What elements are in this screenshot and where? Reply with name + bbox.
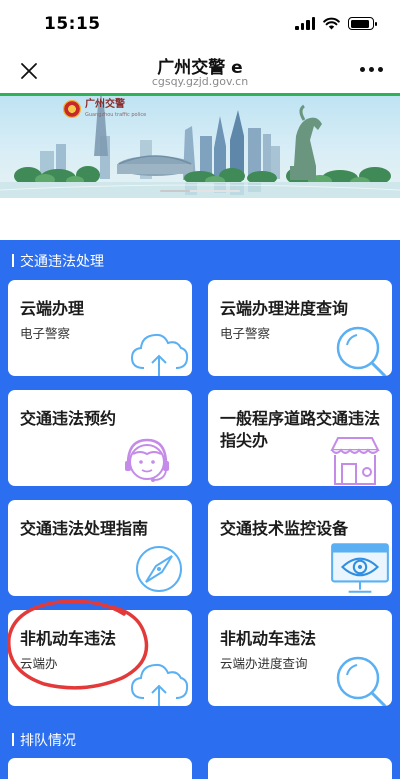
service-card-cloud-handling[interactable]: 云端办理 电子警察 <box>8 280 192 376</box>
battery-icon <box>348 17 377 30</box>
status-bar: 15:15 <box>0 0 400 50</box>
more-dot-icon <box>359 66 365 72</box>
service-card-monitoring[interactable]: 交通技术监控设备 <box>208 500 392 596</box>
status-time: 15:15 <box>44 14 101 34</box>
service-card-fingertip[interactable]: 一般程序道路交通违法指尖办 <box>208 390 392 486</box>
card-title: 非机动车违法 <box>20 629 117 648</box>
compass-icon <box>136 546 182 592</box>
traffic-police-logo: 广州交警 Guangzhou traffic police <box>63 100 146 118</box>
service-card-nonmotor-cloud[interactable]: 非机动车违法 云端办 <box>8 610 192 706</box>
card-subtitle: 云端办 <box>20 656 58 671</box>
cloud-upload-icon <box>130 663 189 706</box>
services-panel: 交通违法处理 云端办理 电子警察 云端办理进度查询 电子警察 交通违法预约 一般… <box>0 240 400 779</box>
queue-card-partial[interactable] <box>8 758 192 779</box>
card-subtitle: 云端办进度查询 <box>220 656 308 671</box>
service-card-guide[interactable]: 交通违法处理指南 <box>8 500 192 596</box>
queue-card-partial[interactable] <box>208 758 392 779</box>
banner-logo-sub: Guangzhou traffic police <box>85 112 147 118</box>
customer-service-icon <box>125 438 169 482</box>
section-title-queue: 排队情况 <box>12 730 76 750</box>
banner-arc-decoration <box>0 184 400 191</box>
cellular-signal-icon <box>295 17 315 30</box>
card-subtitle: 电子警察 <box>20 326 71 341</box>
service-card-appointment[interactable]: 交通违法预约 <box>8 390 192 486</box>
police-emblem-icon <box>63 100 81 118</box>
card-title: 云端办理 <box>20 299 85 318</box>
more-dot-icon <box>377 66 383 72</box>
wifi-icon <box>323 17 340 30</box>
magnifier-icon <box>336 656 388 706</box>
card-title: 交通违法处理指南 <box>20 519 149 538</box>
card-title: 交通违法预约 <box>20 409 117 428</box>
section-title-violation: 交通违法处理 <box>12 251 104 271</box>
page: 15:15 广州交警 e cgsqy.gzjd.gov.cn 广州交警 Guan… <box>0 0 400 779</box>
monitor-eye-icon <box>331 543 389 593</box>
card-title: 非机动车违法 <box>220 629 317 648</box>
magnifier-icon <box>336 326 388 376</box>
page-url: cgsqy.gzjd.gov.cn <box>151 75 249 88</box>
card-subtitle: 电子警察 <box>220 326 271 341</box>
carousel-indicator <box>0 189 400 193</box>
storefront-icon <box>330 437 380 485</box>
more-dot-icon <box>368 66 374 72</box>
carousel-dots <box>160 190 240 192</box>
status-icons <box>295 17 377 30</box>
service-card-cloud-progress[interactable]: 云端办理进度查询 电子警察 <box>208 280 392 376</box>
banner-logo-text: 广州交警 <box>85 99 125 110</box>
cloud-upload-icon <box>130 333 189 376</box>
battery-fill <box>350 19 370 28</box>
service-card-nonmotor-progress[interactable]: 非机动车违法 云端办进度查询 <box>208 610 392 706</box>
more-button[interactable] <box>354 54 388 84</box>
nav-bar: 广州交警 e cgsqy.gzjd.gov.cn <box>0 50 400 93</box>
card-title: 云端办理进度查询 <box>220 299 349 318</box>
